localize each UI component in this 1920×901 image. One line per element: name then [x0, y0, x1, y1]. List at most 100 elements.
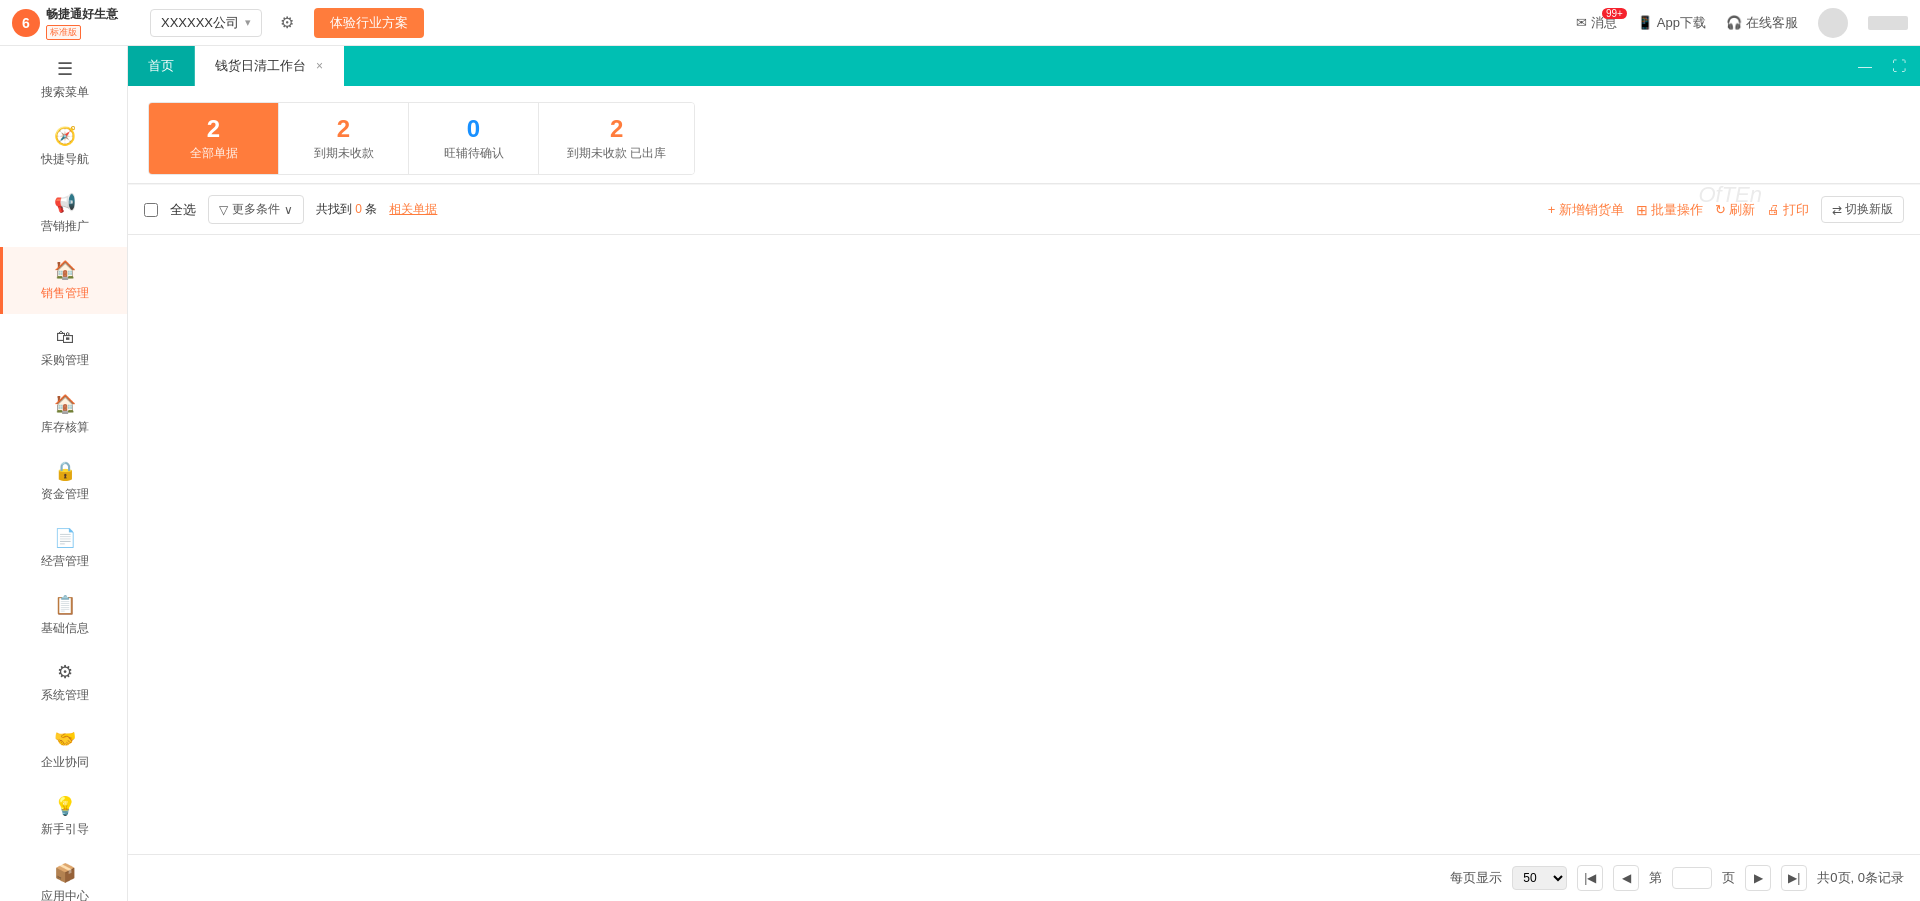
- select-all-label: 全选: [170, 201, 196, 219]
- avatar[interactable]: [1818, 8, 1848, 38]
- toolbar-left: 全选 ▽ 更多条件 ∨ 共找到 0 条 相关单据: [144, 195, 1536, 224]
- sidebar-item-operations[interactable]: 📄 经营管理: [0, 515, 127, 582]
- found-prefix: 共找到: [316, 202, 352, 216]
- batch-icon: ⊞: [1636, 202, 1648, 218]
- online-service-button[interactable]: 🎧 在线客服: [1726, 14, 1798, 32]
- per-page-select[interactable]: 50 100 200: [1512, 866, 1567, 890]
- batch-label: 批量操作: [1651, 201, 1703, 219]
- switch-icon: ⇄: [1832, 203, 1842, 217]
- total-info: 共0页, 0条记录: [1817, 869, 1904, 887]
- add-order-button[interactable]: + 新增销货单: [1548, 201, 1624, 219]
- sidebar-item-apps[interactable]: 📦 应用中心: [0, 850, 127, 901]
- main-layout: ☰ 搜索菜单 🧭 快捷导航 📢 营销推广 🏠 销售管理 🛍 采购管理 🏠 库存核…: [0, 46, 1920, 901]
- chevron-down-icon: ▾: [245, 16, 251, 29]
- purchase-icon: 🛍: [54, 326, 76, 348]
- sidebar-item-finance[interactable]: 🔒 资金管理: [0, 448, 127, 515]
- tab-home[interactable]: 首页: [128, 46, 195, 86]
- stat-num-0: 2: [177, 115, 250, 143]
- stat-card-1[interactable]: 2 到期未收款: [279, 103, 409, 174]
- stat-label-2: 旺辅待确认: [437, 145, 510, 162]
- refresh-button[interactable]: ↻ 刷新: [1715, 201, 1755, 219]
- stat-label-3: 到期未收款 已出库: [567, 145, 666, 162]
- sidebar-item-basic-info[interactable]: 📋 基础信息: [0, 582, 127, 649]
- sidebar-label-guide: 新手引导: [41, 821, 89, 838]
- toolbar: 全选 ▽ 更多条件 ∨ 共找到 0 条 相关单据 + 新增销货单: [128, 185, 1920, 235]
- table-area: [128, 235, 1920, 854]
- logo-badge: 标准版: [46, 25, 81, 40]
- toolbar-right: + 新增销货单 ⊞ 批量操作 ↻ 刷新 🖨 打印 ⇄: [1548, 196, 1904, 223]
- filter-button[interactable]: ▽ 更多条件 ∨: [208, 195, 304, 224]
- page-number-input[interactable]: 1: [1672, 867, 1712, 889]
- sidebar-item-enterprise[interactable]: 🤝 企业协同: [0, 716, 127, 783]
- select-all-checkbox[interactable]: [144, 203, 158, 217]
- header-right: ✉ 消息 99+ 📱 App下载 🎧 在线客服: [1576, 8, 1908, 38]
- print-button[interactable]: 🖨 打印: [1767, 201, 1809, 219]
- stat-num-2: 0: [437, 115, 510, 143]
- logo-area: 6 畅捷通好生意 标准版: [12, 6, 140, 40]
- settings-icon[interactable]: ⚙: [272, 8, 302, 38]
- sidebar-item-purchase[interactable]: 🛍 采购管理: [0, 314, 127, 381]
- per-page-label: 每页显示: [1450, 869, 1502, 887]
- sidebar-item-quick-nav[interactable]: 🧭 快捷导航: [0, 113, 127, 180]
- batch-operation-button[interactable]: ⊞ 批量操作: [1636, 201, 1703, 219]
- stat-label-1: 到期未收款: [307, 145, 380, 162]
- sidebar-item-marketing[interactable]: 📢 营销推广: [0, 180, 127, 247]
- online-service-label: 在线客服: [1746, 14, 1798, 32]
- system-icon: ⚙: [54, 661, 76, 683]
- found-count: 0: [355, 202, 362, 216]
- stats-section: 2 全部单据 2 到期未收款 0 旺辅待确认 2 到期未收款 已出库: [128, 86, 1920, 184]
- sidebar-item-guide[interactable]: 💡 新手引导: [0, 783, 127, 850]
- filter-label: 更多条件: [232, 201, 280, 218]
- chevron-icon: ∨: [284, 203, 293, 217]
- messages-button[interactable]: ✉ 消息 99+: [1576, 14, 1617, 32]
- first-page-button[interactable]: |◀: [1577, 865, 1603, 891]
- username[interactable]: [1868, 16, 1908, 30]
- logo-text: 畅捷通好生意: [46, 6, 118, 23]
- tab-bar: 首页 钱货日清工作台 × — ⛶: [128, 46, 1920, 86]
- prev-page-button[interactable]: ◀: [1613, 865, 1639, 891]
- headset-icon: 🎧: [1726, 15, 1742, 30]
- app-download-button[interactable]: 📱 App下载: [1637, 14, 1706, 32]
- company-selector[interactable]: XXXXXX公司 ▾: [150, 9, 262, 37]
- found-info: 共找到 0 条: [316, 201, 377, 218]
- sidebar-item-search[interactable]: ☰ 搜索菜单: [0, 46, 127, 113]
- sidebar-label-search: 搜索菜单: [41, 84, 89, 101]
- found-unit: 条: [365, 202, 377, 216]
- next-page-button[interactable]: ▶: [1745, 865, 1771, 891]
- sidebar-label-purchase: 采购管理: [41, 352, 89, 369]
- content-area: 2 全部单据 2 到期未收款 0 旺辅待确认 2 到期未收款 已出库 全选 ▽ …: [128, 86, 1920, 901]
- messages-badge: 99+: [1602, 8, 1627, 19]
- stat-card-2[interactable]: 0 旺辅待确认: [409, 103, 539, 174]
- tab-close-icon[interactable]: ×: [316, 59, 323, 73]
- tab-active[interactable]: 钱货日清工作台 ×: [195, 46, 344, 86]
- refresh-icon: ↻: [1715, 202, 1726, 217]
- sidebar-item-inventory[interactable]: 🏠 库存核算: [0, 381, 127, 448]
- print-label: 打印: [1783, 201, 1809, 219]
- basic-info-icon: 📋: [54, 594, 76, 616]
- quick-nav-icon: 🧭: [54, 125, 76, 147]
- tab-home-label: 首页: [148, 57, 174, 75]
- stat-card-3[interactable]: 2 到期未收款 已出库: [539, 103, 694, 174]
- tab-expand-icon[interactable]: ⛶: [1886, 56, 1912, 76]
- inventory-icon: 🏠: [54, 393, 76, 415]
- stat-card-0[interactable]: 2 全部单据: [149, 103, 279, 174]
- stat-num-1: 2: [307, 115, 380, 143]
- sidebar-label-basic-info: 基础信息: [41, 620, 89, 637]
- stats-cards: 2 全部单据 2 到期未收款 0 旺辅待确认 2 到期未收款 已出库: [148, 102, 695, 175]
- page-unit: 页: [1722, 869, 1735, 887]
- trial-button[interactable]: 体验行业方案: [314, 8, 424, 38]
- top-header: 6 畅捷通好生意 标准版 XXXXXX公司 ▾ ⚙ 体验行业方案 ✉ 消息 99…: [0, 0, 1920, 46]
- app-download-label: App下载: [1657, 14, 1706, 32]
- sidebar-item-system[interactable]: ⚙ 系统管理: [0, 649, 127, 716]
- sidebar-item-sales[interactable]: 🏠 销售管理: [0, 247, 127, 314]
- sidebar-label-quick-nav: 快捷导航: [41, 151, 89, 168]
- sidebar-label-marketing: 营销推广: [41, 218, 89, 235]
- switch-version-button[interactable]: ⇄ 切换新版: [1821, 196, 1904, 223]
- tab-minimize-icon[interactable]: —: [1852, 56, 1878, 76]
- right-panel: 首页 钱货日清工作台 × — ⛶ 2 全部单据 2 到期未收款 0 旺辅待确认 …: [128, 46, 1920, 901]
- related-orders-link[interactable]: 相关单据: [389, 201, 437, 218]
- last-page-button[interactable]: ▶|: [1781, 865, 1807, 891]
- download-icon: 📱: [1637, 15, 1653, 30]
- company-name: XXXXXX公司: [161, 14, 239, 32]
- filter-icon: ▽: [219, 203, 228, 217]
